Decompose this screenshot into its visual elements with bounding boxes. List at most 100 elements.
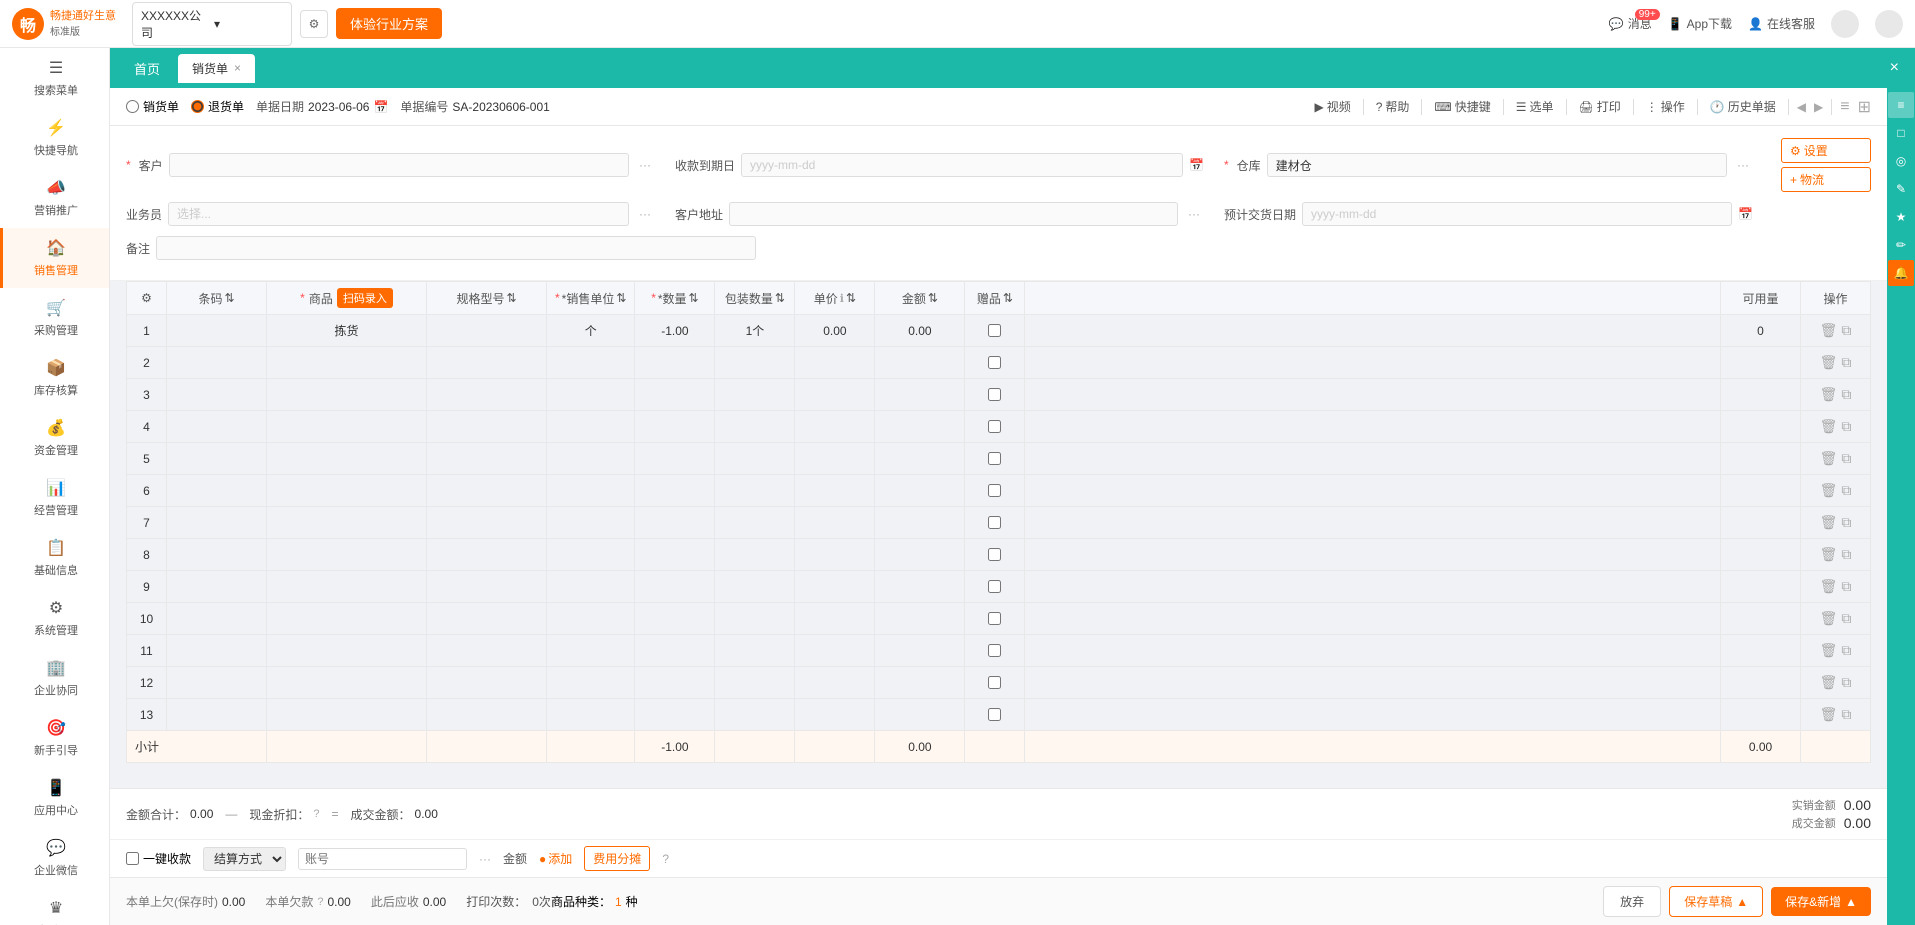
expense-help-icon[interactable]: ?: [662, 852, 669, 866]
cell-product[interactable]: [267, 603, 427, 635]
float-btn-pencil[interactable]: ✏: [1888, 232, 1914, 258]
delete-icon[interactable]: 🗑: [1820, 418, 1838, 435]
copy-icon[interactable]: ⧉: [1841, 546, 1851, 563]
cell-product[interactable]: [267, 379, 427, 411]
shortcut-btn[interactable]: ⌨ 快捷键: [1430, 96, 1494, 117]
delete-icon[interactable]: 🗑: [1820, 354, 1838, 371]
payment-calendar-icon[interactable]: 📅: [1189, 158, 1204, 172]
experience-btn[interactable]: 体验行业方案: [336, 8, 442, 39]
sidebar-item-finance[interactable]: 💰 资金管理: [0, 408, 109, 468]
sidebar-item-app-center[interactable]: 📱 应用中心: [0, 768, 109, 828]
copy-icon[interactable]: ⧉: [1841, 418, 1851, 435]
qty-sort[interactable]: * *数量 ⇅: [643, 290, 706, 307]
copy-icon[interactable]: ⧉: [1841, 322, 1851, 339]
customer-input[interactable]: [169, 153, 629, 177]
cell-product[interactable]: [267, 571, 427, 603]
copy-icon[interactable]: ⧉: [1841, 450, 1851, 467]
float-btn-star[interactable]: ★: [1888, 204, 1914, 230]
gift-checkbox[interactable]: [988, 708, 1001, 721]
gift-checkbox[interactable]: [988, 484, 1001, 497]
delete-icon[interactable]: 🗑: [1820, 386, 1838, 403]
sidebar-item-inventory[interactable]: 📦 库存核算: [0, 348, 109, 408]
cell-product[interactable]: [267, 475, 427, 507]
radio-sale-order[interactable]: 销货单: [126, 98, 179, 115]
copy-icon[interactable]: ⧉: [1841, 386, 1851, 403]
online-service-btn[interactable]: 👤 在线客服: [1748, 15, 1815, 32]
sidebar-item-purchase[interactable]: 🛒 采购管理: [0, 288, 109, 348]
copy-icon[interactable]: ⧉: [1841, 578, 1851, 595]
cell-gift[interactable]: [965, 475, 1025, 507]
pkg-sort[interactable]: 包装数量 ⇅: [723, 290, 786, 307]
cell-gift[interactable]: [965, 539, 1025, 571]
copy-icon[interactable]: ⧉: [1841, 706, 1851, 723]
view-grid-icon[interactable]: ⊞: [1858, 97, 1871, 117]
gift-checkbox[interactable]: [988, 516, 1001, 529]
sidebar-item-operations[interactable]: 📊 经营管理: [0, 468, 109, 528]
float-btn-notify[interactable]: 🔔: [1888, 260, 1914, 286]
cell-gift[interactable]: [965, 443, 1025, 475]
select-btn[interactable]: ☰ 选单: [1512, 96, 1558, 117]
cell-product[interactable]: [267, 667, 427, 699]
copy-icon[interactable]: ⧉: [1841, 514, 1851, 531]
unit-sort[interactable]: * *销售单位 ⇅: [555, 290, 626, 307]
warehouse-more-btn[interactable]: ···: [1733, 158, 1753, 172]
delete-icon[interactable]: 🗑: [1820, 450, 1838, 467]
delete-icon[interactable]: 🗑: [1820, 642, 1838, 659]
customer-more-btn[interactable]: ···: [635, 158, 655, 172]
copy-icon[interactable]: ⧉: [1841, 674, 1851, 691]
gift-checkbox[interactable]: [988, 676, 1001, 689]
logistics-btn[interactable]: + 物流: [1781, 167, 1871, 192]
sidebar-item-quick-nav[interactable]: ⚡ 快捷导航: [0, 108, 109, 168]
dots-btn[interactable]: ···: [479, 852, 491, 866]
cell-gift[interactable]: [965, 411, 1025, 443]
sidebar-item-vip[interactable]: ♛ 畅会员: [0, 888, 109, 925]
sidebar-item-sales[interactable]: 🏠 销售管理: [0, 228, 109, 288]
delete-icon[interactable]: 🗑: [1820, 322, 1838, 339]
history-btn[interactable]: 🕐 历史单据: [1706, 96, 1780, 117]
delete-icon[interactable]: 🗑: [1820, 482, 1838, 499]
cell-product[interactable]: [267, 507, 427, 539]
save-draft-btn[interactable]: 保存草稿 ▲: [1669, 886, 1763, 917]
gift-checkbox[interactable]: [988, 356, 1001, 369]
tab-sale-order[interactable]: 销货单 ×: [178, 54, 255, 83]
copy-icon[interactable]: ⧉: [1841, 482, 1851, 499]
sidebar-item-wechat[interactable]: 💬 企业微信: [0, 828, 109, 888]
app-download-btn[interactable]: 📱 App下载: [1668, 15, 1732, 32]
amount-sort[interactable]: 金额 ⇅: [883, 290, 956, 307]
company-selector[interactable]: XXXXXX公司 ▾: [132, 2, 292, 46]
cell-gift[interactable]: [965, 315, 1025, 347]
delete-icon[interactable]: 🗑: [1820, 578, 1838, 595]
sidebar-item-search[interactable]: ☰ 搜索菜单: [0, 48, 109, 108]
sidebar-item-guide[interactable]: 🎯 新手引导: [0, 708, 109, 768]
expected-delivery-input[interactable]: [1302, 202, 1732, 226]
customer-addr-input[interactable]: [729, 202, 1178, 226]
delete-icon[interactable]: 🗑: [1820, 546, 1838, 563]
help-btn[interactable]: ? 帮助: [1372, 96, 1414, 117]
gear-button[interactable]: ⚙: [300, 10, 328, 38]
gift-checkbox[interactable]: [988, 420, 1001, 433]
radio-return-input[interactable]: [191, 100, 204, 113]
gift-checkbox[interactable]: [988, 580, 1001, 593]
gift-checkbox[interactable]: [988, 612, 1001, 625]
cell-gift[interactable]: [965, 667, 1025, 699]
warehouse-input[interactable]: [1267, 153, 1727, 177]
salesperson-more-btn[interactable]: ···: [635, 207, 655, 221]
float-btn-list[interactable]: ≡: [1888, 92, 1914, 118]
sidebar-item-enterprise[interactable]: 🏢 企业协同: [0, 648, 109, 708]
price-sort[interactable]: 单价 ℹ ⇅: [803, 290, 866, 307]
nav-prev-icon[interactable]: ◀: [1797, 100, 1806, 114]
settle-method-select[interactable]: 结算方式: [203, 847, 286, 871]
payment-due-input[interactable]: [741, 153, 1183, 177]
one-click-checkbox[interactable]: [126, 852, 139, 865]
gift-checkbox[interactable]: [988, 644, 1001, 657]
view-list-icon[interactable]: ≡: [1840, 98, 1849, 116]
barcode-sort[interactable]: 条码 ⇅: [175, 290, 258, 307]
gift-sort[interactable]: 赠品 ⇅: [973, 290, 1016, 307]
settings-btn[interactable]: ⚙ 设置: [1781, 138, 1871, 163]
salesperson-input[interactable]: [168, 202, 629, 226]
gift-checkbox[interactable]: [988, 452, 1001, 465]
gift-checkbox[interactable]: [988, 548, 1001, 561]
price-info-icon[interactable]: ℹ: [840, 292, 844, 305]
cell-gift[interactable]: [965, 347, 1025, 379]
cell-product[interactable]: [267, 699, 427, 731]
